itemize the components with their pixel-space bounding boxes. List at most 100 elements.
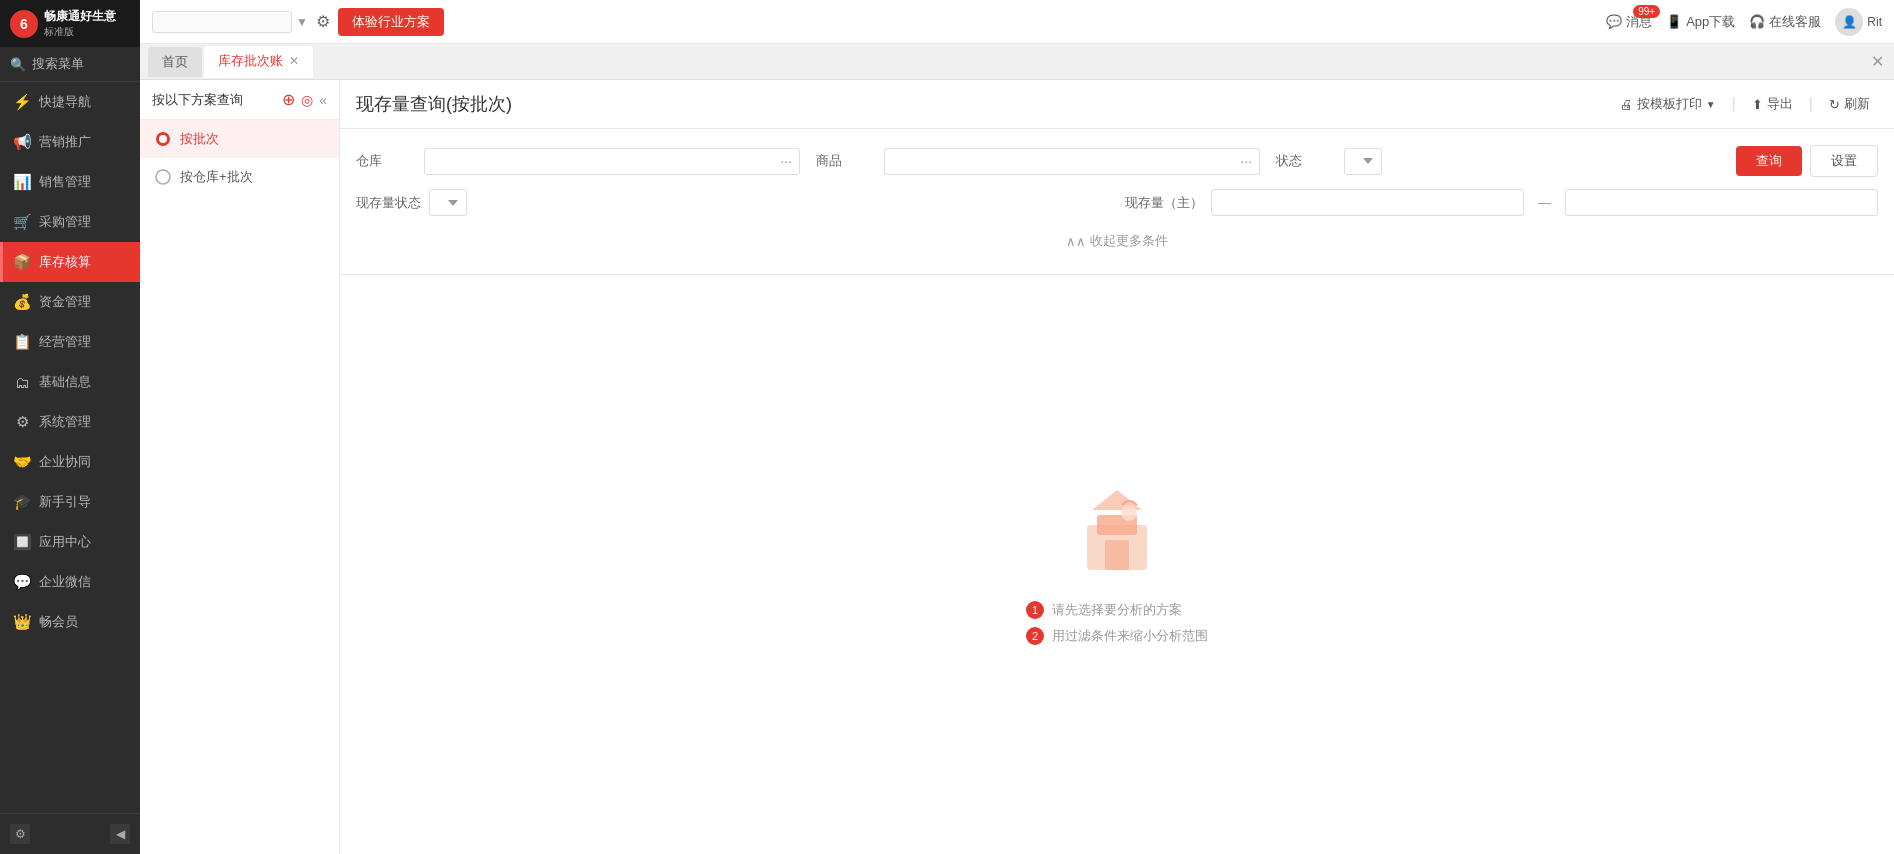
sidebar-item-quick-nav[interactable]: ⚡ 快捷导航	[0, 82, 140, 122]
sidebar-item-inventory[interactable]: 📦 库存核算	[0, 242, 140, 282]
query-actions: 查询 设置	[1736, 145, 1878, 177]
stock-status-select[interactable]	[429, 189, 467, 216]
sidebar-title-block: 畅康通好生意 标准版	[44, 8, 130, 39]
sidebar-item-label: 畅会员	[39, 613, 78, 631]
collapse-more-btn[interactable]: ∧∧ 收起更多条件	[356, 228, 1878, 258]
topbar-search-input[interactable]	[152, 11, 292, 33]
product-input-wrap: ···	[884, 148, 1260, 175]
refresh-icon: ↻	[1829, 97, 1840, 112]
range-dash: —	[1538, 195, 1551, 210]
filter-panel-header: 按以下方案查询 ⊕ ◎ «	[140, 80, 339, 120]
sidebar-item-sales[interactable]: 📊 销售管理	[0, 162, 140, 202]
app-download-icon: 📱	[1666, 14, 1682, 29]
sidebar-item-wechat[interactable]: 💬 企业微信	[0, 562, 140, 602]
content-area: 按以下方案查询 ⊕ ◎ « 按批次 按仓库+批次	[140, 80, 1894, 854]
sidebar-item-label: 经营管理	[39, 333, 91, 351]
purchase-icon: 🛒	[13, 213, 31, 231]
tab-home-label: 首页	[162, 53, 188, 71]
page-header: 现存量查询(按批次) 🖨 按模板打印 ▼ | ⬆ 导出 | ↻	[340, 80, 1894, 129]
sidebar-item-marketing[interactable]: 📢 营销推广	[0, 122, 140, 162]
filter-item-warehouse-batch[interactable]: 按仓库+批次	[140, 158, 339, 196]
sidebar: 6 畅康通好生意 标准版 🔍 搜索菜单 ⚡ 快捷导航 📢 营销推广 📊 销售管理…	[0, 0, 140, 854]
status-select[interactable]	[1344, 148, 1382, 175]
sidebar-header: 6 畅康通好生意 标准版	[0, 0, 140, 47]
sidebar-item-finance[interactable]: 💰 资金管理	[0, 282, 140, 322]
header-actions: 🖨 按模板打印 ▼ | ⬆ 导出 | ↻ 刷新	[1612, 92, 1878, 116]
sidebar-item-member[interactable]: 👑 畅会员	[0, 602, 140, 642]
stock-status-input-wrap	[429, 189, 1109, 216]
query-form: 仓库 ··· 商品 ··· 状态	[340, 129, 1894, 275]
app-version: 标准版	[44, 25, 130, 39]
sidebar-item-label: 基础信息	[39, 373, 91, 391]
member-icon: 👑	[13, 613, 31, 631]
stock-status-field: 现存量状态	[356, 189, 1109, 216]
stock-qty-min-input[interactable]	[1211, 189, 1524, 216]
warehouse-input[interactable]	[424, 148, 800, 175]
refresh-btn[interactable]: ↻ 刷新	[1821, 92, 1878, 116]
sidebar-item-label: 营销推广	[39, 133, 91, 151]
app-download-btn[interactable]: 📱 App下载	[1666, 13, 1735, 31]
sidebar-search[interactable]: 🔍 搜索菜单	[0, 47, 140, 82]
collapse-more-label: 收起更多条件	[1090, 232, 1168, 250]
topbar-breadcrumb: ▼ ⚙ 体验行业方案	[152, 8, 1598, 36]
stock-qty-max-input[interactable]	[1565, 189, 1878, 216]
export-icon: ⬆	[1752, 97, 1763, 112]
add-filter-btn[interactable]: ⊕	[282, 90, 295, 109]
stock-qty-field: 现存量（主） —	[1125, 189, 1878, 216]
step-num-2: 2	[1026, 627, 1044, 645]
query-btn[interactable]: 查询	[1736, 146, 1802, 176]
basic-icon: 🗂	[13, 373, 31, 391]
tab-inventory-batch[interactable]: 库存批次账 ✕	[204, 46, 313, 78]
stock-status-label: 现存量状态	[356, 194, 421, 212]
sidebar-item-label: 企业微信	[39, 573, 91, 591]
batch-icon	[154, 130, 172, 148]
sidebar-item-label: 应用中心	[39, 533, 91, 551]
gear-icon[interactable]: ⚙	[316, 12, 330, 31]
close-icon[interactable]: ✕	[289, 54, 299, 68]
filter-settings-icon[interactable]: ◎	[301, 92, 313, 108]
sidebar-settings-btn[interactable]: ⚙	[10, 824, 30, 844]
filter-item-warehouse-batch-label: 按仓库+批次	[180, 168, 253, 186]
finance-icon: 💰	[13, 293, 31, 311]
trial-btn[interactable]: 体验行业方案	[338, 8, 444, 36]
step1-text: 请先选择要分析的方案	[1052, 601, 1182, 619]
product-input[interactable]	[884, 148, 1260, 175]
sidebar-item-appstore[interactable]: 🔲 应用中心	[0, 522, 140, 562]
warehouse-field: 仓库 ···	[356, 148, 800, 175]
sidebar-item-system[interactable]: ⚙ 系统管理	[0, 402, 140, 442]
sidebar-item-purchase[interactable]: 🛒 采购管理	[0, 202, 140, 242]
appstore-icon: 🔲	[13, 533, 31, 551]
chevron-down-icon[interactable]: ▼	[296, 15, 308, 29]
filter-item-batch[interactable]: 按批次	[140, 120, 339, 158]
product-dots-icon[interactable]: ···	[1240, 153, 1252, 169]
settings-btn[interactable]: 设置	[1810, 145, 1878, 177]
tab-close-all-icon[interactable]: ✕	[1871, 52, 1884, 71]
stock-qty-label: 现存量（主）	[1125, 194, 1203, 212]
warehouse-label: 仓库	[356, 152, 416, 170]
filter-collapse-icon[interactable]: «	[319, 92, 327, 108]
tab-home[interactable]: 首页	[148, 47, 202, 77]
sidebar-collapse-btn[interactable]: ◀	[110, 824, 130, 844]
user-profile[interactable]: 👤 Rit	[1835, 8, 1882, 36]
company-name: 畅康通好生意	[44, 8, 130, 25]
warehouse-dots-icon[interactable]: ···	[780, 153, 792, 169]
wechat-icon: 💬	[13, 573, 31, 591]
online-service-btn[interactable]: 🎧 在线客服	[1749, 13, 1821, 31]
topbar: ▼ ⚙ 体验行业方案 💬 消息 99+ 📱 App下载 🎧 在线客服 👤 Rit	[140, 0, 1894, 44]
sidebar-item-guide[interactable]: 🎓 新手引导	[0, 482, 140, 522]
refresh-btn-label: 刷新	[1844, 95, 1870, 113]
main-area: ▼ ⚙ 体验行业方案 💬 消息 99+ 📱 App下载 🎧 在线客服 👤 Rit	[140, 0, 1894, 854]
sidebar-item-enterprise[interactable]: 🤝 企业协同	[0, 442, 140, 482]
filter-panel-actions: ⊕ ◎ «	[282, 90, 327, 109]
enterprise-icon: 🤝	[13, 453, 31, 471]
sidebar-nav: ⚡ 快捷导航 📢 营销推广 📊 销售管理 🛒 采购管理 📦 库存核算 💰 资金管…	[0, 82, 140, 813]
message-btn[interactable]: 💬 消息 99+	[1606, 13, 1652, 31]
message-icon: 💬	[1606, 14, 1622, 29]
print-btn[interactable]: 🖨 按模板打印 ▼	[1612, 92, 1724, 116]
inventory-icon: 📦	[13, 253, 31, 271]
system-icon: ⚙	[13, 413, 31, 431]
export-btn[interactable]: ⬆ 导出	[1744, 92, 1801, 116]
sidebar-item-operations[interactable]: 📋 经营管理	[0, 322, 140, 362]
step-num-1: 1	[1026, 601, 1044, 619]
sidebar-item-basic[interactable]: 🗂 基础信息	[0, 362, 140, 402]
